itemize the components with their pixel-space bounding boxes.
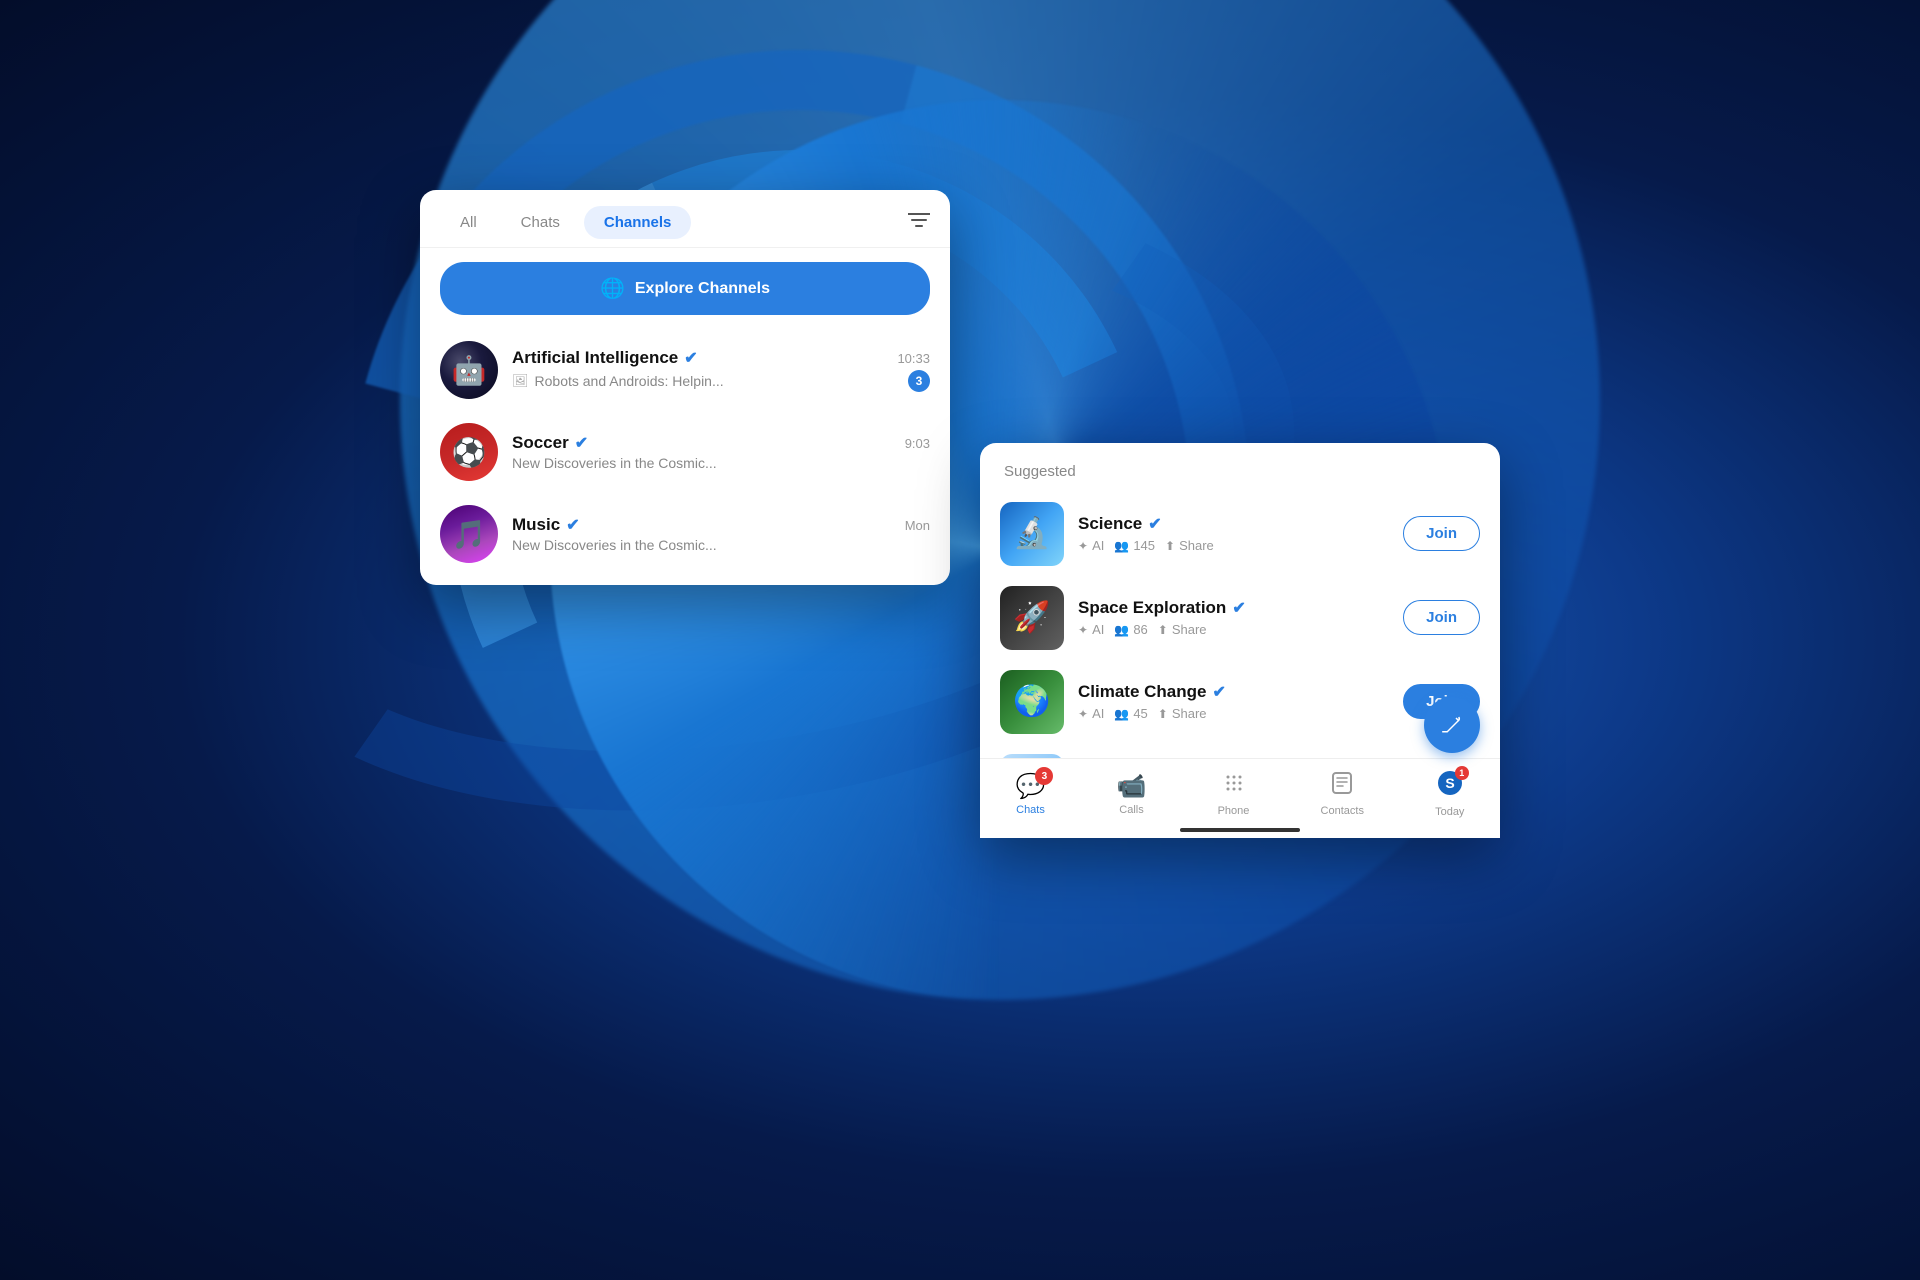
channel-time-soccer: 9:03 <box>905 436 930 451</box>
meta-ai-climate: ✦ AI <box>1078 706 1104 721</box>
suggested-item-science[interactable]: 🔬 Science ✔ ✦ AI <box>980 492 1500 576</box>
fab-compose-button[interactable] <box>1424 697 1480 753</box>
nav-label-contacts: Contacts <box>1321 805 1364 817</box>
channel-list: 🤖 Artificial Intelligence ✔ 10:33 🖼 Robo <box>420 325 950 585</box>
globe-icon: 🌐 <box>600 276 625 301</box>
channel-name-music: Music ✔ <box>512 515 580 535</box>
channel-item-ai[interactable]: 🤖 Artificial Intelligence ✔ 10:33 🖼 Robo <box>420 329 950 411</box>
today-badge: 1 <box>1455 766 1469 780</box>
panels-container: All Chats Channels 🌐 Explore Channels 🤖 <box>0 0 1920 1280</box>
nav-item-today[interactable]: S 1 Today <box>1419 764 1480 824</box>
channel-name-soccer: Soccer ✔ <box>512 433 588 453</box>
verified-badge-soccer: ✔ <box>575 433 588 453</box>
channel-item-soccer[interactable]: ⚽ Soccer ✔ 9:03 New Discoveries in the C… <box>420 411 950 493</box>
channel-preview-ai: 🖼 Robots and Androids: Helpin... <box>512 373 724 389</box>
suggested-item-climate[interactable]: 🌍 Climate Change ✔ ✦ AI <box>980 660 1500 744</box>
meta-ai-science: ✦ AI <box>1078 538 1104 553</box>
tab-channels[interactable]: Channels <box>584 206 692 239</box>
channel-preview-soccer: New Discoveries in the Cosmic... <box>512 455 717 471</box>
suggested-item-space[interactable]: 🚀 Space Exploration ✔ ✦ AI <box>980 576 1500 660</box>
bottom-nav: 💬 3 Chats 📹 Calls <box>980 758 1500 838</box>
suggested-avatar-science: 🔬 <box>1000 502 1064 566</box>
suggested-info-science: Science ✔ ✦ AI 👥 145 <box>1078 514 1389 553</box>
channel-avatar-ai: 🤖 <box>440 341 498 399</box>
join-button-science[interactable]: Join <box>1403 516 1480 551</box>
channel-info-soccer: Soccer ✔ 9:03 New Discoveries in the Cos… <box>512 433 930 471</box>
channel-avatar-music: 🎵 <box>440 505 498 563</box>
nav-label-calls: Calls <box>1119 804 1143 816</box>
meta-ai-space: ✦ AI <box>1078 622 1104 637</box>
left-panel: All Chats Channels 🌐 Explore Channels 🤖 <box>420 190 950 585</box>
svg-text:S: S <box>1445 775 1454 791</box>
tab-chats[interactable]: Chats <box>501 206 580 239</box>
channel-name-ai: Artificial Intelligence ✔ <box>512 348 698 368</box>
join-button-space[interactable]: Join <box>1403 600 1480 635</box>
unread-badge-ai: 3 <box>908 370 930 392</box>
home-indicator <box>1180 828 1300 832</box>
verified-badge-science: ✔ <box>1148 514 1161 534</box>
suggested-meta-space: ✦ AI 👥 86 ⬆ Share <box>1078 622 1389 637</box>
meta-members-space: 👥 86 <box>1114 622 1147 637</box>
verified-badge-climate: ✔ <box>1212 682 1225 702</box>
verified-badge-space: ✔ <box>1232 598 1245 618</box>
meta-share-science[interactable]: ⬆ Share <box>1165 538 1214 553</box>
meta-members-climate: 👥 45 <box>1114 706 1147 721</box>
nav-item-calls[interactable]: 📹 Calls <box>1101 766 1163 822</box>
nav-label-chats: Chats <box>1016 804 1045 816</box>
channel-avatar-soccer: ⚽ <box>440 423 498 481</box>
suggested-info-climate: Climate Change ✔ ✦ AI 👥 45 <box>1078 682 1389 721</box>
chats-badge: 3 <box>1035 767 1053 785</box>
suggested-avatar-space: 🚀 <box>1000 586 1064 650</box>
contacts-icon <box>1330 771 1354 802</box>
meta-members-science: 👥 145 <box>1114 538 1155 553</box>
suggested-meta-science: ✦ AI 👥 145 ⬆ Share <box>1078 538 1389 553</box>
channel-preview-music: New Discoveries in the Cosmic... <box>512 537 717 553</box>
suggested-name-space: Space Exploration ✔ <box>1078 598 1389 618</box>
today-icon: S 1 <box>1437 770 1463 803</box>
channel-item-music[interactable]: 🎵 Music ✔ Mon New Discoveries in the Cos… <box>420 493 950 575</box>
image-icon: 🖼 <box>512 373 529 389</box>
meta-share-space[interactable]: ⬆ Share <box>1158 622 1207 637</box>
phone-icon <box>1222 771 1246 802</box>
explore-channels-button[interactable]: 🌐 Explore Channels <box>440 262 930 315</box>
meta-share-climate[interactable]: ⬆ Share <box>1158 706 1207 721</box>
nav-item-chats[interactable]: 💬 3 Chats <box>1000 766 1062 822</box>
suggested-info-space: Space Exploration ✔ ✦ AI 👥 86 <box>1078 598 1389 637</box>
suggested-name-science: Science ✔ <box>1078 514 1389 534</box>
suggested-meta-climate: ✦ AI 👥 45 ⬆ Share <box>1078 706 1389 721</box>
suggested-header: Suggested <box>980 443 1500 492</box>
nav-item-phone[interactable]: Phone <box>1202 765 1266 823</box>
nav-label-phone: Phone <box>1218 805 1250 817</box>
chats-icon: 💬 3 <box>1016 772 1046 801</box>
right-panel-wrapper: Suggested 🔬 Science ✔ <box>980 443 1500 838</box>
channel-info-ai: Artificial Intelligence ✔ 10:33 🖼 Robots… <box>512 348 930 392</box>
explore-channels-label: Explore Channels <box>635 280 770 298</box>
calls-icon: 📹 <box>1117 772 1147 801</box>
verified-badge-ai: ✔ <box>684 348 697 368</box>
filter-icon[interactable] <box>908 211 930 235</box>
nav-label-today: Today <box>1435 806 1464 818</box>
tab-all[interactable]: All <box>440 206 497 239</box>
tabs-bar: All Chats Channels <box>420 190 950 248</box>
suggested-name-climate: Climate Change ✔ <box>1078 682 1389 702</box>
channel-time-ai: 10:33 <box>897 351 930 366</box>
verified-badge-music: ✔ <box>566 515 579 535</box>
nav-item-contacts[interactable]: Contacts <box>1305 765 1380 823</box>
suggested-avatar-climate: 🌍 <box>1000 670 1064 734</box>
channel-info-music: Music ✔ Mon New Discoveries in the Cosmi… <box>512 515 930 553</box>
channel-time-music: Mon <box>905 518 930 533</box>
right-panel: Suggested 🔬 Science ✔ <box>980 443 1500 838</box>
